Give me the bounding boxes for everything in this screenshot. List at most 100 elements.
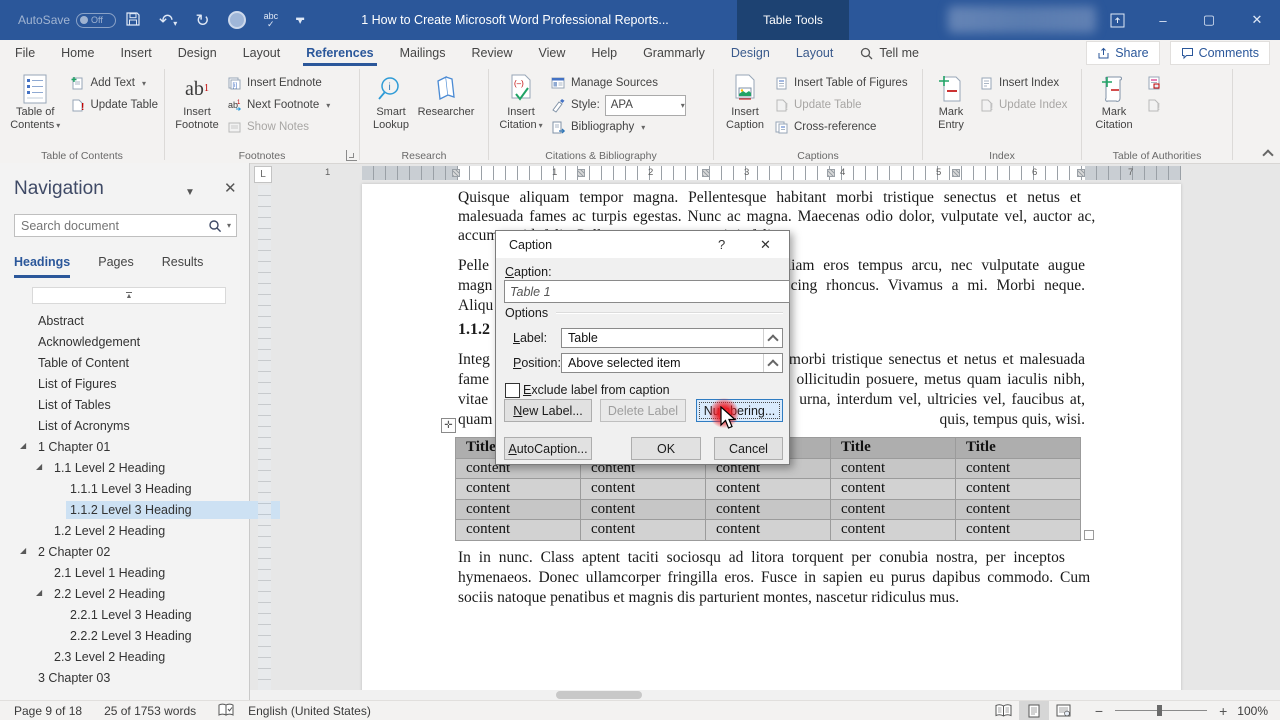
insert-citation-button[interactable]: (–) Insert Citation ▾ — [495, 69, 547, 132]
nav-tab-headings[interactable]: Headings — [14, 255, 71, 278]
insert-endnote-button[interactable]: [i] Insert Endnote — [227, 72, 330, 94]
zoom-slider[interactable] — [1115, 705, 1208, 716]
label-dropdown[interactable]: Table — [561, 328, 783, 348]
autocaption-button[interactable]: AutoCaption... — [504, 437, 592, 460]
caption-input[interactable] — [504, 280, 790, 303]
zoom-slider-thumb[interactable] — [1157, 705, 1163, 716]
ribbon-display-options-icon[interactable] — [1100, 0, 1134, 40]
new-label-button[interactable]: New Label... — [504, 399, 592, 422]
table-resize-handle[interactable] — [1084, 530, 1094, 540]
collapse-triangle-icon[interactable]: ◢ — [20, 441, 26, 450]
nav-item[interactable]: 1.1.1 Level 3 Heading — [0, 478, 248, 499]
dialog-help-icon[interactable]: ? — [718, 237, 725, 252]
nav-item[interactable]: Abstract — [0, 310, 248, 331]
cancel-button[interactable]: Cancel — [714, 437, 783, 460]
tab-help[interactable]: Help — [590, 40, 618, 66]
jump-to-top-bar[interactable]: ▲ — [32, 287, 226, 304]
table-of-contents-button[interactable]: Table of Contents ▾ — [6, 69, 64, 132]
table-column-marker[interactable] — [827, 169, 835, 177]
proofing-icon[interactable] — [218, 703, 234, 719]
collapse-ribbon-icon[interactable] — [1262, 147, 1274, 161]
add-text-button[interactable]: Add Text ▾ — [70, 72, 158, 94]
update-table-button[interactable]: ! Update Table — [70, 94, 158, 116]
spelling-check-icon[interactable]: abc ✓ — [264, 12, 279, 29]
nav-item[interactable]: 2.3 Level 2 Heading — [0, 646, 248, 667]
undo-icon[interactable]: ↶▾ — [159, 12, 177, 29]
search-input[interactable] — [15, 217, 208, 234]
nav-item[interactable]: 2.2.2 Level 3 Heading — [0, 625, 248, 646]
nav-item[interactable]: Acknowledgement — [0, 331, 248, 352]
tab-table-design[interactable]: Design — [730, 40, 771, 66]
word-count[interactable]: 25 of 1753 words — [104, 704, 196, 718]
minimize-button[interactable]: – — [1146, 0, 1180, 40]
comments-button[interactable]: Comments — [1169, 41, 1270, 65]
zoom-in-icon[interactable]: + — [1215, 703, 1231, 719]
user-account-blurred[interactable] — [948, 6, 1096, 33]
mark-citation-button[interactable]: Mark Citation — [1088, 69, 1140, 132]
horizontal-scrollbar-thumb[interactable] — [556, 691, 642, 699]
dialog-close-icon[interactable]: ✕ — [760, 237, 771, 253]
nav-item[interactable]: List of Figures — [0, 373, 248, 394]
insert-caption-button[interactable]: Insert Caption — [720, 69, 770, 132]
nav-item[interactable]: 2.2.1 Level 3 Heading — [0, 604, 248, 625]
close-button[interactable]: ✕ — [1240, 0, 1274, 40]
record-circle-icon[interactable] — [227, 11, 246, 29]
nav-item[interactable]: ◢ 1.1 Level 2 Heading — [0, 457, 248, 478]
web-layout-icon[interactable] — [1049, 701, 1079, 720]
nav-item[interactable]: 2.1 Level 1 Heading — [0, 562, 248, 583]
save-icon[interactable] — [125, 11, 141, 30]
navigation-close-icon[interactable]: ✕ — [224, 179, 237, 197]
horizontal-scrollbar[interactable] — [250, 690, 1280, 700]
search-options-caret-icon[interactable]: ▾ — [227, 221, 231, 230]
table-column-marker[interactable] — [702, 169, 710, 177]
citation-style-select[interactable]: APA ▾ — [604, 94, 686, 116]
insert-index-button[interactable]: Insert Index — [979, 72, 1067, 94]
tab-references[interactable]: References — [303, 40, 378, 66]
cross-reference-button[interactable]: Cross-reference — [774, 116, 908, 138]
language-indicator[interactable]: English (United States) — [248, 704, 371, 718]
zoom-out-icon[interactable]: − — [1091, 703, 1107, 719]
tab-table-layout[interactable]: Layout — [795, 40, 835, 66]
position-dropdown[interactable]: Above selected item — [561, 353, 783, 373]
read-mode-icon[interactable] — [989, 701, 1019, 720]
print-layout-icon[interactable] — [1018, 701, 1049, 720]
tab-mailings[interactable]: Mailings — [399, 40, 447, 66]
dialog-title-bar[interactable]: Caption — [496, 231, 789, 258]
tab-file[interactable]: File — [14, 40, 36, 66]
nav-item[interactable]: ◢ 1 Chapter 01 — [0, 436, 248, 457]
zoom-level[interactable]: 100% — [1237, 704, 1268, 718]
search-icon[interactable] — [208, 219, 222, 233]
page-indicator[interactable]: Page 9 of 18 — [14, 704, 82, 718]
autosave-toggle[interactable]: Off — [76, 12, 117, 28]
tab-review[interactable]: Review — [470, 40, 513, 66]
nav-item-selected[interactable]: 1.1.2 Level 3 Heading — [0, 499, 280, 520]
researcher-button[interactable]: Researcher — [416, 69, 476, 119]
nav-item[interactable]: List of Tables — [0, 394, 248, 415]
nav-item[interactable]: ◢ 2 Chapter 02 — [0, 541, 248, 562]
insert-table-of-authorities-button[interactable] — [1146, 72, 1162, 94]
table-column-marker[interactable] — [577, 169, 585, 177]
insert-footnote-button[interactable]: ab 1 Insert Footnote — [171, 69, 223, 132]
manage-sources-button[interactable]: Manage Sources — [551, 72, 686, 94]
tab-stop-selector[interactable]: L — [254, 166, 272, 183]
nav-item[interactable]: 3 Chapter 03 — [0, 667, 248, 688]
table-column-marker[interactable] — [452, 169, 460, 177]
nav-tab-results[interactable]: Results — [162, 255, 204, 278]
collapse-triangle-icon[interactable]: ◢ — [20, 546, 26, 555]
smart-lookup-button[interactable]: i Smart Lookup — [366, 69, 416, 132]
ok-button[interactable]: OK — [631, 437, 701, 460]
nav-tab-pages[interactable]: Pages — [98, 255, 133, 278]
nav-item[interactable]: Table of Content — [0, 352, 248, 373]
exclude-label-checkbox[interactable] — [505, 383, 520, 398]
table-move-handle[interactable]: ✛ — [441, 418, 456, 433]
tab-insert[interactable]: Insert — [120, 40, 153, 66]
insert-table-of-figures-button[interactable]: Insert Table of Figures — [774, 72, 908, 94]
tell-me-search[interactable]: Tell me — [860, 46, 919, 60]
mark-entry-button[interactable]: Mark Entry — [929, 69, 973, 132]
maximize-button[interactable]: ▢ — [1192, 0, 1226, 40]
nav-item[interactable]: List of Acronyms — [0, 415, 248, 436]
redo-icon[interactable]: ↻ — [195, 12, 209, 29]
bibliography-button[interactable]: Bibliography ▾ — [551, 116, 686, 138]
tab-grammarly[interactable]: Grammarly — [642, 40, 706, 66]
collapse-triangle-icon[interactable]: ◢ — [36, 588, 42, 597]
